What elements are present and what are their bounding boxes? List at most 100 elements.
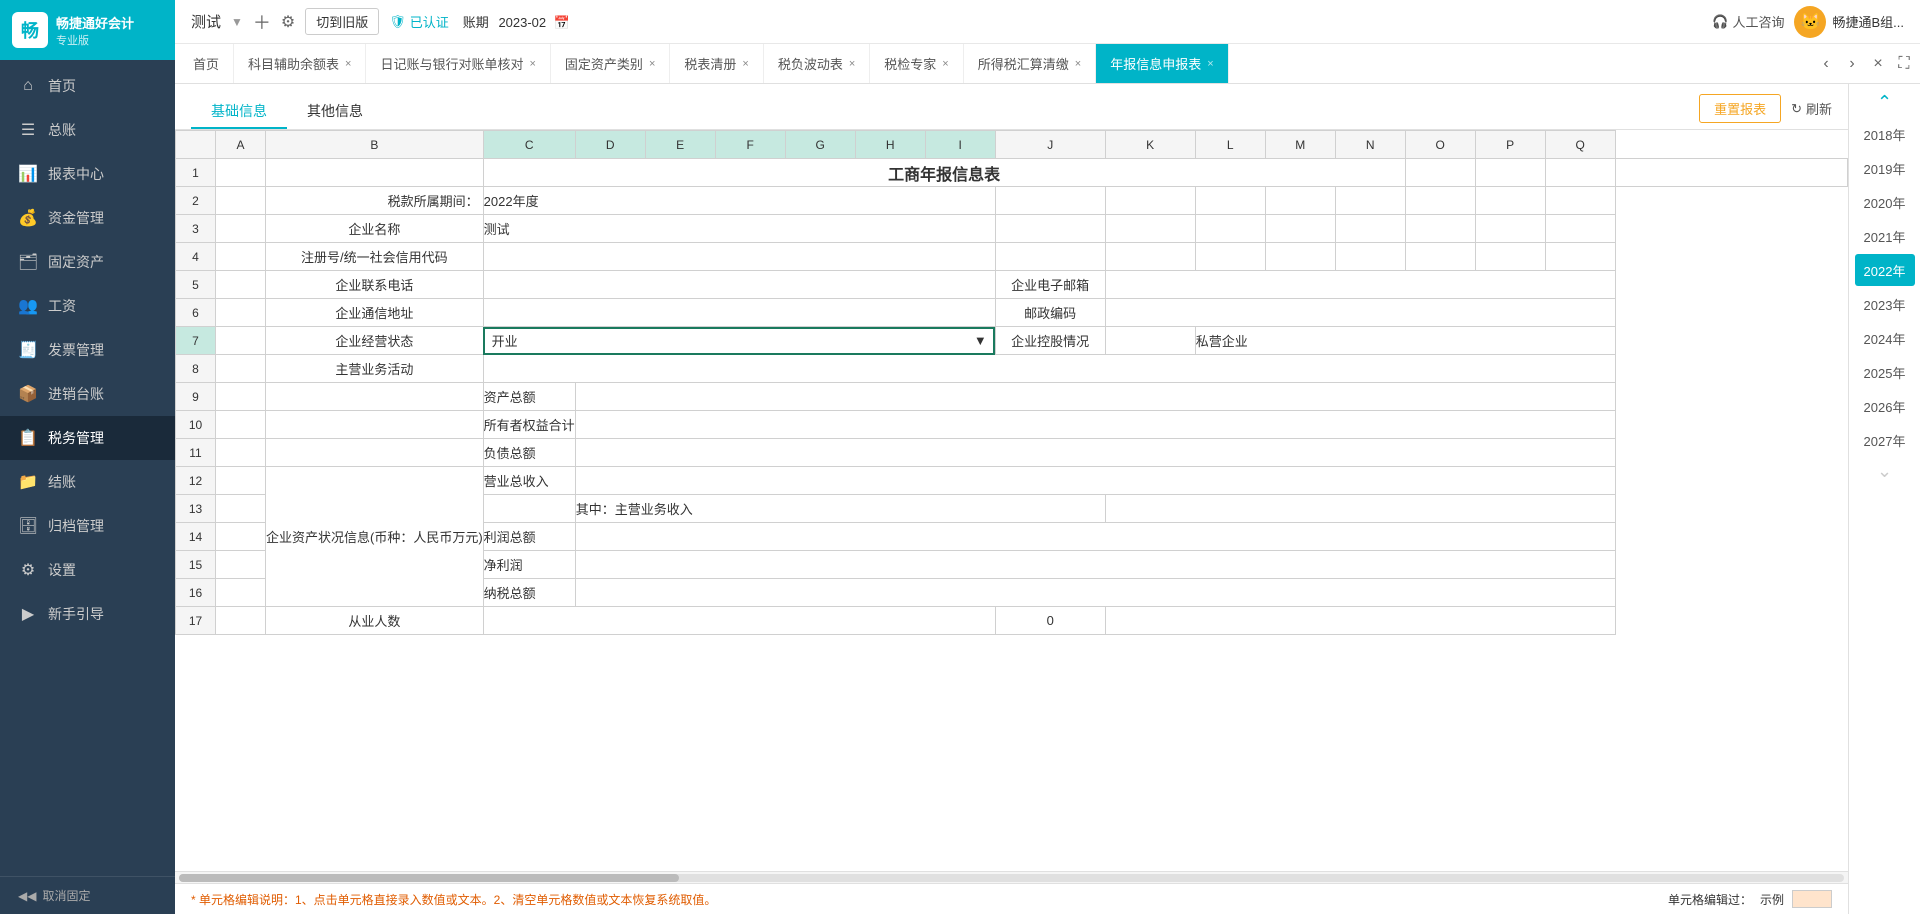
cell-1-o[interactable] [1475, 159, 1545, 187]
year-2022[interactable]: 2022年 [1855, 254, 1915, 286]
cell-1-q[interactable] [1615, 159, 1847, 187]
cell-6-b[interactable]: 企业通信地址 [266, 299, 484, 327]
sidebar-item-settings[interactable]: ⚙ 设置 [0, 548, 175, 592]
cell-10-b[interactable] [266, 411, 484, 439]
tab-fixed-close[interactable]: × [649, 58, 655, 70]
sidebar-item-home[interactable]: ⌂ 首页 [0, 64, 175, 108]
cell-2-a[interactable] [216, 187, 266, 215]
cell-2-p[interactable] [1475, 187, 1545, 215]
cell-4-a[interactable] [216, 243, 266, 271]
col-header-j[interactable]: J [995, 131, 1105, 159]
tab-journal-close[interactable]: × [529, 58, 535, 70]
cell-15-a[interactable] [216, 551, 266, 579]
status-dropdown-icon[interactable]: ▼ [974, 333, 987, 348]
cell-3-l[interactable] [1195, 215, 1265, 243]
col-header-d[interactable]: D [575, 131, 645, 159]
cell-7-a[interactable] [216, 327, 266, 355]
cell-3-k[interactable] [1105, 215, 1195, 243]
year-2025[interactable]: 2025年 [1855, 356, 1915, 388]
tab-aux-close[interactable]: × [345, 58, 351, 70]
year-2021[interactable]: 2021年 [1855, 220, 1915, 252]
cell-17-a[interactable] [216, 607, 266, 635]
cell-11-a[interactable] [216, 439, 266, 467]
tab-taxwave-close[interactable]: × [849, 58, 855, 70]
col-header-q[interactable]: Q [1545, 131, 1615, 159]
cell-11-b[interactable] [266, 439, 484, 467]
col-header-i[interactable]: I [925, 131, 995, 159]
cell-7-b[interactable]: 企业经营状态 [266, 327, 484, 355]
switch-version-btn[interactable]: 切到旧版 [305, 8, 379, 35]
col-header-o[interactable]: O [1405, 131, 1475, 159]
col-header-p[interactable]: P [1475, 131, 1545, 159]
cell-15-c[interactable]: 净利润 [483, 551, 575, 579]
cell-4-b[interactable]: 注册号/统一社会信用代码 [266, 243, 484, 271]
cell-8-a[interactable] [216, 355, 266, 383]
year-2023[interactable]: 2023年 [1855, 288, 1915, 320]
year-2019[interactable]: 2019年 [1855, 152, 1915, 184]
col-header-n[interactable]: N [1335, 131, 1405, 159]
tab-journal[interactable]: 日记账与银行对账单核对 × [366, 44, 550, 84]
cell-3-b[interactable]: 企业名称 [266, 215, 484, 243]
cell-13-val[interactable] [1105, 495, 1615, 523]
col-header-g[interactable]: G [785, 131, 855, 159]
cell-17-c[interactable] [483, 607, 995, 635]
cell-2-period[interactable]: 2022年度 [483, 187, 995, 215]
tab-expand-icon[interactable]: ⛶ [1892, 52, 1916, 76]
cell-4-p[interactable] [1475, 243, 1545, 271]
tab-taxform-close[interactable]: × [742, 58, 748, 70]
tab-taxcheck[interactable]: 税检专家 × [870, 44, 963, 84]
tab-close-all-btn[interactable]: × [1866, 52, 1890, 76]
col-header-b[interactable]: B [266, 131, 484, 159]
reset-report-btn[interactable]: 重置报表 [1699, 94, 1781, 123]
tab-annual-close[interactable]: × [1207, 58, 1213, 70]
cell-2-l[interactable] [1195, 187, 1265, 215]
cell-5-j[interactable]: 企业电子邮箱 [995, 271, 1105, 299]
tab-taxwave[interactable]: 税负波动表 × [764, 44, 870, 84]
cell-3-j[interactable] [995, 215, 1105, 243]
cell-17-b[interactable]: 从业人数 [266, 607, 484, 635]
cell-5-b[interactable]: 企业联系电话 [266, 271, 484, 299]
cell-17-rest[interactable] [1105, 607, 1615, 635]
tab-fixed[interactable]: 固定资产类别 × [551, 44, 670, 84]
cell-4-m[interactable] [1265, 243, 1335, 271]
cell-7-k[interactable] [1105, 327, 1195, 355]
cell-13-c[interactable] [483, 495, 575, 523]
tab-income-close[interactable]: × [1075, 58, 1081, 70]
sidebar-item-assets[interactable]: 🗂 固定资产 [0, 240, 175, 284]
col-header-c[interactable]: C [483, 131, 575, 159]
cell-10-a[interactable] [216, 411, 266, 439]
topbar-add-btn[interactable]: ＋ [253, 9, 271, 35]
cell-6-a[interactable] [216, 299, 266, 327]
cell-12-a[interactable] [216, 467, 266, 495]
spreadsheet-wrapper[interactable]: A B C D E F G H I J K L M [175, 130, 1848, 871]
sub-tab-basic[interactable]: 基础信息 [191, 95, 287, 129]
cell-9-c[interactable]: 资产总额 [483, 383, 575, 411]
tab-aux[interactable]: 科目辅助余额表 × [234, 44, 366, 84]
tab-annual[interactable]: 年报信息申报表 × [1096, 44, 1228, 84]
year-panel-down-icon[interactable]: ⌄ [1873, 457, 1896, 486]
cell-4-j[interactable] [995, 243, 1105, 271]
col-header-h[interactable]: H [855, 131, 925, 159]
sidebar-item-close[interactable]: 📁 结账 [0, 460, 175, 504]
cell-8-main[interactable] [483, 355, 1615, 383]
cell-13-sub[interactable]: 其中：主营业务收入 [575, 495, 1105, 523]
cell-2-b[interactable]: 税款所属期间： [266, 187, 484, 215]
cell-2-n[interactable] [1335, 187, 1405, 215]
cell-4-reg[interactable] [483, 243, 995, 271]
sidebar-item-invoice[interactable]: 🧾 发票管理 [0, 328, 175, 372]
cell-15-val[interactable] [575, 551, 1615, 579]
cell-10-c[interactable]: 所有者权益合计 [483, 411, 575, 439]
year-2018[interactable]: 2018年 [1855, 118, 1915, 150]
cell-7-status[interactable]: 开业 ▼ [483, 327, 995, 355]
year-2024[interactable]: 2024年 [1855, 322, 1915, 354]
year-2026[interactable]: 2026年 [1855, 390, 1915, 422]
cell-5-a[interactable] [216, 271, 266, 299]
cell-3-q[interactable] [1545, 215, 1615, 243]
cell-9-b[interactable] [266, 383, 484, 411]
tab-taxform[interactable]: 税表清册 × [670, 44, 763, 84]
cell-7-j[interactable]: 企业控股情况 [995, 327, 1105, 355]
cell-6-j[interactable]: 邮政编码 [995, 299, 1105, 327]
tab-taxcheck-close[interactable]: × [942, 58, 948, 70]
user-menu[interactable]: 🐱 畅捷通B组... [1794, 6, 1904, 38]
cell-8-b[interactable]: 主营业务活动 [266, 355, 484, 383]
